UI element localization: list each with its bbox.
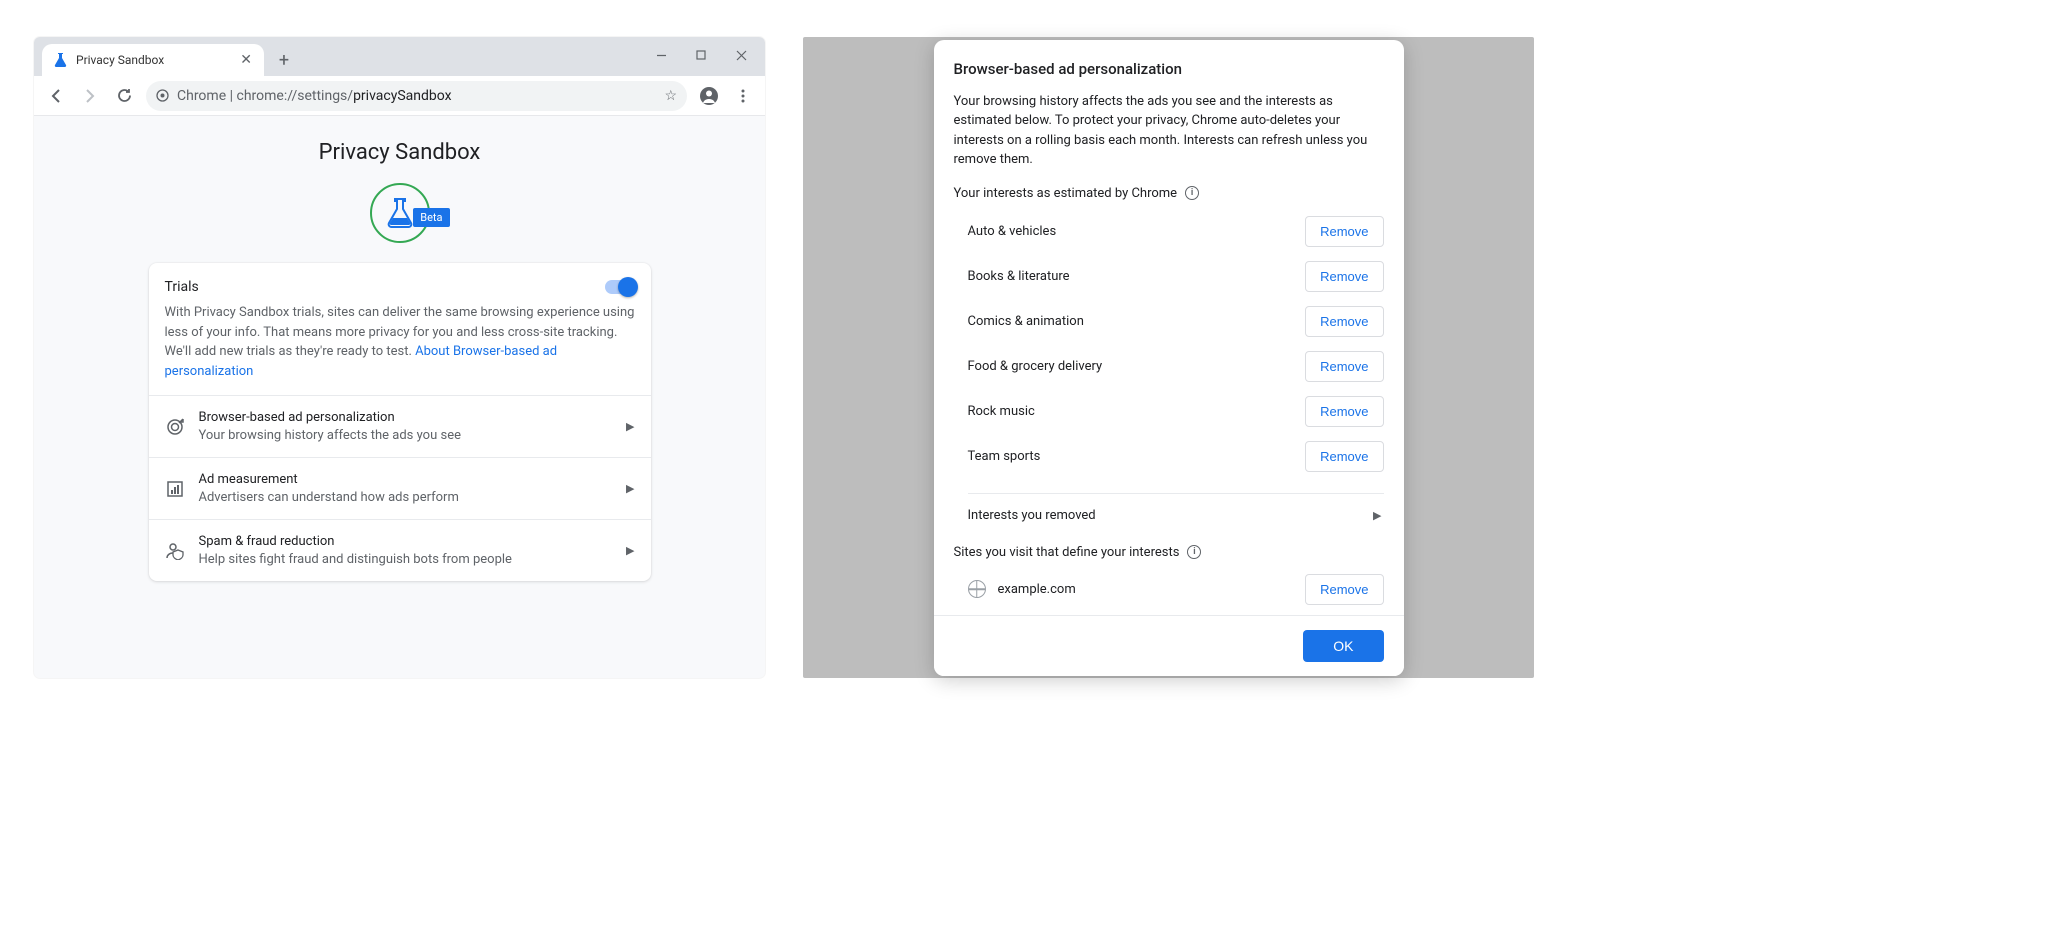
- row-subtitle: Your browsing history affects the ads yo…: [199, 428, 613, 443]
- flask-icon: [387, 198, 413, 228]
- row-subtitle: Help sites fight fraud and distinguish b…: [199, 552, 613, 567]
- interest-name: Comics & animation: [968, 314, 1084, 329]
- kebab-menu-icon[interactable]: [727, 80, 759, 112]
- close-window-icon[interactable]: [721, 40, 761, 70]
- chevron-right-icon: ▶: [626, 420, 634, 433]
- dialog-backdrop: Browser-based ad personalization Your br…: [803, 37, 1534, 678]
- personalization-dialog: Browser-based ad personalization Your br…: [934, 40, 1404, 676]
- chevron-right-icon: ▶: [626, 482, 634, 495]
- row-title: Browser-based ad personalization: [199, 410, 613, 425]
- url-text: Chrome | chrome://settings/privacySandbo…: [177, 88, 452, 104]
- interests-removed-row[interactable]: Interests you removed ▶: [954, 494, 1384, 537]
- site-row: example.com Remove: [954, 564, 1384, 615]
- hero-badge: Beta: [370, 183, 430, 243]
- profile-icon[interactable]: [693, 80, 725, 112]
- toolbar: Chrome | chrome://settings/privacySandbo…: [34, 76, 765, 116]
- remove-button[interactable]: Remove: [1305, 216, 1383, 247]
- interest-name: Rock music: [968, 404, 1035, 419]
- settings-content: Privacy Sandbox Beta Trials With Privacy…: [34, 116, 765, 581]
- maximize-icon[interactable]: [681, 40, 721, 70]
- row-spam-fraud[interactable]: Spam & fraud reduction Help sites fight …: [149, 519, 651, 581]
- trials-toggle[interactable]: [605, 280, 635, 294]
- interest-name: Food & grocery delivery: [968, 359, 1103, 374]
- info-icon[interactable]: i: [1187, 545, 1201, 559]
- row-ad-personalization[interactable]: Browser-based ad personalization Your br…: [149, 395, 651, 457]
- interest-row: Books & literature Remove: [954, 254, 1384, 299]
- trials-description: With Privacy Sandbox trials, sites can d…: [165, 303, 635, 381]
- remove-button[interactable]: Remove: [1305, 261, 1383, 292]
- ok-button[interactable]: OK: [1303, 630, 1383, 662]
- dialog-title: Browser-based ad personalization: [954, 60, 1384, 78]
- tab-title: Privacy Sandbox: [76, 53, 230, 67]
- dialog-description: Your browsing history affects the ads yo…: [954, 92, 1384, 170]
- window-controls: [641, 37, 761, 73]
- flask-icon: [52, 52, 68, 68]
- target-icon: [165, 418, 185, 436]
- site-list: example.com Remove: [954, 564, 1384, 615]
- interest-row: Comics & animation Remove: [954, 299, 1384, 344]
- interest-row: Auto & vehicles Remove: [954, 209, 1384, 254]
- globe-icon: [968, 580, 986, 598]
- beta-chip: Beta: [413, 208, 449, 227]
- close-icon[interactable]: ✕: [238, 50, 254, 70]
- remove-button[interactable]: Remove: [1305, 306, 1383, 337]
- chevron-right-icon: ▶: [626, 544, 634, 557]
- bookmark-star-icon[interactable]: ☆: [664, 88, 677, 104]
- new-tab-button[interactable]: +: [270, 46, 298, 74]
- bar-chart-icon: [165, 481, 185, 497]
- interest-name: Team sports: [968, 449, 1041, 464]
- chevron-right-icon: ▶: [1373, 509, 1381, 522]
- remove-button[interactable]: Remove: [1305, 441, 1383, 472]
- remove-button[interactable]: Remove: [1305, 574, 1383, 605]
- trials-label: Trials: [165, 279, 199, 295]
- trials-card: Trials With Privacy Sandbox trials, site…: [149, 263, 651, 581]
- row-title: Spam & fraud reduction: [199, 534, 613, 549]
- row-subtitle: Advertisers can understand how ads perfo…: [199, 490, 613, 505]
- interest-list: Auto & vehicles Remove Books & literature R…: [954, 205, 1384, 489]
- interest-row: Team sports Remove: [954, 434, 1384, 479]
- sites-section-label: Sites you visit that define your interes…: [954, 545, 1384, 560]
- address-bar[interactable]: Chrome | chrome://settings/privacySandbo…: [146, 81, 687, 111]
- chrome-window: Privacy Sandbox ✕ + Chrome | chrome://se…: [34, 37, 765, 678]
- site-domain: example.com: [998, 582, 1294, 597]
- interest-row: Food & grocery delivery Remove: [954, 344, 1384, 389]
- info-icon[interactable]: i: [1185, 186, 1199, 200]
- row-ad-measurement[interactable]: Ad measurement Advertisers can understan…: [149, 457, 651, 519]
- reload-icon[interactable]: [108, 80, 140, 112]
- remove-button[interactable]: Remove: [1305, 351, 1383, 382]
- browser-tab[interactable]: Privacy Sandbox ✕: [42, 44, 264, 76]
- interest-name: Books & literature: [968, 269, 1070, 284]
- interest-name: Auto & vehicles: [968, 224, 1057, 239]
- back-icon[interactable]: [40, 80, 72, 112]
- interests-section-label: Your interests as estimated by Chrome i: [954, 186, 1384, 201]
- row-title: Ad measurement: [199, 472, 613, 487]
- forward-icon: [74, 80, 106, 112]
- lock-icon: [156, 89, 169, 102]
- minimize-icon[interactable]: [641, 40, 681, 70]
- user-shield-icon: [165, 542, 185, 560]
- dialog-footer: OK: [934, 615, 1404, 676]
- remove-button[interactable]: Remove: [1305, 396, 1383, 427]
- interest-row: Rock music Remove: [954, 389, 1384, 434]
- tab-strip: Privacy Sandbox ✕ +: [34, 37, 765, 76]
- page-title: Privacy Sandbox: [34, 140, 765, 165]
